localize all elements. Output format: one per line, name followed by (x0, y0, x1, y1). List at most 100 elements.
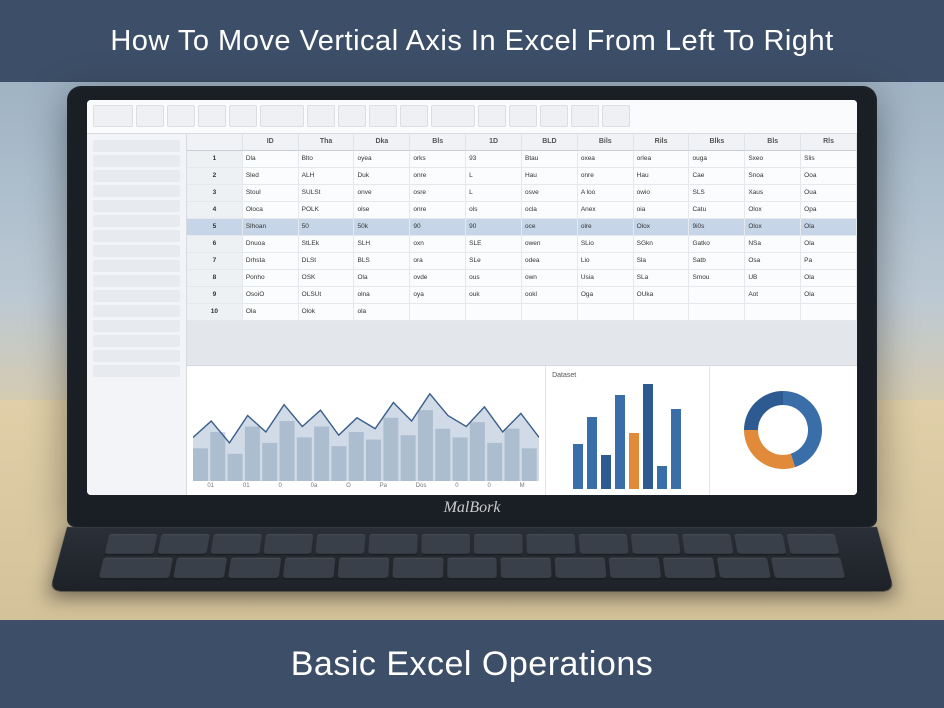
cell[interactable]: Gatko (689, 236, 745, 253)
spreadsheet-grid[interactable]: IDThaDkaBls1DBLDBilsRilsBlksBlsRls1DlaBl… (187, 134, 857, 365)
cell[interactable]: onve (354, 185, 410, 202)
cell[interactable]: Duk (354, 168, 410, 185)
column-header[interactable]: Blks (689, 134, 745, 151)
cell[interactable]: Sxeo (745, 151, 801, 168)
cell[interactable] (522, 304, 578, 321)
cell[interactable]: oxea (578, 151, 634, 168)
cell[interactable]: SLH (354, 236, 410, 253)
cell[interactable]: Ola (801, 236, 857, 253)
column-header[interactable]: Bls (410, 134, 466, 151)
cell[interactable]: Anex (578, 202, 634, 219)
cell[interactable]: orlea (634, 151, 690, 168)
cell[interactable]: Ola (801, 287, 857, 304)
cell[interactable]: Cae (689, 168, 745, 185)
cell[interactable]: oce (522, 219, 578, 236)
cell[interactable]: Slhoan (243, 219, 299, 236)
cell[interactable]: owio (634, 185, 690, 202)
side-panel-item[interactable] (93, 365, 180, 377)
cell[interactable]: 9i0s (689, 219, 745, 236)
ribbon-button[interactable] (400, 105, 428, 127)
side-panel-item[interactable] (93, 350, 180, 362)
row-header[interactable]: 5 (187, 219, 243, 236)
cell[interactable]: Snoa (745, 168, 801, 185)
cell[interactable]: Hau (634, 168, 690, 185)
cell[interactable]: Hau (522, 168, 578, 185)
cell[interactable] (801, 304, 857, 321)
cell[interactable]: OSK (299, 270, 355, 287)
cell[interactable]: Satb (689, 253, 745, 270)
cell[interactable]: oya (410, 287, 466, 304)
ribbon-button[interactable] (307, 105, 335, 127)
cell[interactable]: Lio (578, 253, 634, 270)
cell[interactable]: Xaus (745, 185, 801, 202)
cell[interactable]: ouk (466, 287, 522, 304)
cell[interactable]: Pa (801, 253, 857, 270)
cell[interactable]: Sla (634, 253, 690, 270)
cell[interactable]: SLa (634, 270, 690, 287)
row-header[interactable]: 2 (187, 168, 243, 185)
column-header[interactable]: Rls (801, 134, 857, 151)
cell[interactable]: SLS (689, 185, 745, 202)
cell[interactable]: Olok (299, 304, 355, 321)
ribbon-button[interactable] (198, 105, 226, 127)
cell[interactable]: ookl (522, 287, 578, 304)
cell[interactable]: olna (354, 287, 410, 304)
cell[interactable]: oyea (354, 151, 410, 168)
cell[interactable] (578, 304, 634, 321)
column-header[interactable]: Rils (634, 134, 690, 151)
ribbon-button[interactable] (509, 105, 537, 127)
cell[interactable]: Osa (745, 253, 801, 270)
column-header[interactable]: 1D (466, 134, 522, 151)
ribbon-button[interactable] (369, 105, 397, 127)
cell[interactable]: ols (466, 202, 522, 219)
cell[interactable]: OLSUt (299, 287, 355, 304)
cell[interactable]: oia (634, 202, 690, 219)
cell[interactable]: StLEk (299, 236, 355, 253)
side-panel-item[interactable] (93, 260, 180, 272)
column-header[interactable] (187, 134, 243, 151)
ribbon-button[interactable] (540, 105, 568, 127)
row-header[interactable]: 10 (187, 304, 243, 321)
row-header[interactable]: 7 (187, 253, 243, 270)
ribbon-button[interactable] (602, 105, 630, 127)
cell[interactable]: Oga (578, 287, 634, 304)
ribbon-button[interactable] (571, 105, 599, 127)
cell[interactable]: onre (410, 202, 466, 219)
ribbon-button[interactable] (431, 105, 475, 127)
cell[interactable] (410, 304, 466, 321)
cell[interactable]: SULSt (299, 185, 355, 202)
cell[interactable]: Dnuoa (243, 236, 299, 253)
side-panel-item[interactable] (93, 245, 180, 257)
cell[interactable]: ora (410, 253, 466, 270)
column-header[interactable]: BLD (522, 134, 578, 151)
cell[interactable]: Ola (801, 219, 857, 236)
cell[interactable]: ocla (522, 202, 578, 219)
cell[interactable]: Stoul (243, 185, 299, 202)
cell[interactable]: Ola (243, 304, 299, 321)
cell[interactable] (634, 304, 690, 321)
cell[interactable]: Drhsta (243, 253, 299, 270)
cell[interactable]: Olox (634, 219, 690, 236)
ribbon-button[interactable] (478, 105, 506, 127)
cell[interactable]: Aot (745, 287, 801, 304)
column-header[interactable]: Tha (299, 134, 355, 151)
cell[interactable]: Sled (243, 168, 299, 185)
side-panel-item[interactable] (93, 140, 180, 152)
cell[interactable]: A loo (578, 185, 634, 202)
cell[interactable]: Oua (801, 185, 857, 202)
side-panel-item[interactable] (93, 320, 180, 332)
cell[interactable]: 50 (299, 219, 355, 236)
ribbon-button[interactable] (260, 105, 304, 127)
cell[interactable]: olre (578, 219, 634, 236)
cell[interactable]: Ponho (243, 270, 299, 287)
cell[interactable]: Ola (354, 270, 410, 287)
ribbon-button[interactable] (229, 105, 257, 127)
side-panel-item[interactable] (93, 335, 180, 347)
ribbon-button[interactable] (136, 105, 164, 127)
side-panel-item[interactable] (93, 275, 180, 287)
cell[interactable]: Opa (801, 202, 857, 219)
cell[interactable]: SLE (466, 236, 522, 253)
ribbon-button[interactable] (93, 105, 133, 127)
column-header[interactable]: Dka (354, 134, 410, 151)
cell[interactable]: Dla (243, 151, 299, 168)
